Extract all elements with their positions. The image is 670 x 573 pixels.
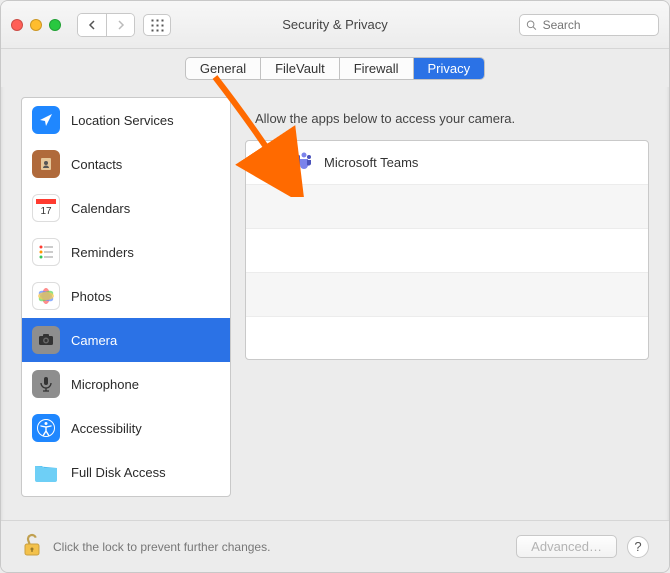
- reminders-icon: [32, 238, 60, 266]
- tab-firewall[interactable]: Firewall: [339, 58, 413, 79]
- window-controls: [11, 19, 61, 31]
- app-permission-list: T Microsoft Teams: [245, 140, 649, 360]
- folder-icon: [32, 458, 60, 486]
- sidebar-item-camera[interactable]: Camera: [22, 318, 230, 362]
- svg-text:17: 17: [40, 206, 52, 217]
- sidebar-item-photos[interactable]: Photos: [22, 274, 230, 318]
- search-field[interactable]: [519, 14, 659, 36]
- detail-pane: Allow the apps below to access your came…: [245, 97, 649, 520]
- help-button[interactable]: ?: [627, 536, 649, 558]
- app-row-empty: [246, 185, 648, 229]
- titlebar: Security & Privacy: [1, 1, 669, 49]
- location-icon: [32, 106, 60, 134]
- sidebar-item-label: Photos: [71, 289, 111, 304]
- grid-icon: [150, 18, 164, 32]
- advanced-button[interactable]: Advanced…: [516, 535, 617, 558]
- tabbar: General FileVault Firewall Privacy: [1, 49, 669, 87]
- sidebar-item-label: Reminders: [71, 245, 134, 260]
- segmented-tabs: General FileVault Firewall Privacy: [185, 57, 485, 80]
- tab-general[interactable]: General: [186, 58, 260, 79]
- app-row-empty: [246, 317, 648, 361]
- photos-icon: [32, 282, 60, 310]
- app-name: Microsoft Teams: [324, 155, 418, 170]
- sidebar-item-contacts[interactable]: Contacts: [22, 142, 230, 186]
- instruction-text: Allow the apps below to access your came…: [245, 97, 649, 140]
- camera-icon: [32, 326, 60, 354]
- tab-privacy[interactable]: Privacy: [413, 58, 485, 79]
- lock-text: Click the lock to prevent further change…: [53, 540, 270, 554]
- sidebar-item-label: Location Services: [71, 113, 174, 128]
- app-row-empty: [246, 229, 648, 273]
- teams-icon: T: [288, 149, 312, 176]
- footer: Click the lock to prevent further change…: [1, 520, 669, 572]
- preferences-window: Security & Privacy General FileVault Fir…: [0, 0, 670, 573]
- sidebar-item-calendars[interactable]: 17 Calendars: [22, 186, 230, 230]
- svg-text:T: T: [292, 157, 297, 166]
- app-row-empty: [246, 273, 648, 317]
- tab-filevault[interactable]: FileVault: [260, 58, 339, 79]
- lock-icon[interactable]: [21, 532, 43, 561]
- sidebar-item-full-disk[interactable]: Full Disk Access: [22, 450, 230, 494]
- sidebar-item-label: Microphone: [71, 377, 139, 392]
- show-all-button[interactable]: [143, 14, 171, 36]
- app-row: T Microsoft Teams: [246, 141, 648, 185]
- contacts-icon: [32, 150, 60, 178]
- sidebar-item-label: Camera: [71, 333, 117, 348]
- search-input[interactable]: [541, 17, 652, 33]
- sidebar-item-microphone[interactable]: Microphone: [22, 362, 230, 406]
- content-area: Location Services Contacts 17 Calendars …: [1, 87, 669, 520]
- sidebar-item-label: Full Disk Access: [71, 465, 166, 480]
- zoom-window-icon[interactable]: [49, 19, 61, 31]
- back-button[interactable]: [78, 14, 106, 36]
- privacy-category-list[interactable]: Location Services Contacts 17 Calendars …: [21, 97, 231, 497]
- sidebar-item-location[interactable]: Location Services: [22, 98, 230, 142]
- close-window-icon[interactable]: [11, 19, 23, 31]
- accessibility-icon: [32, 414, 60, 442]
- microphone-icon: [32, 370, 60, 398]
- sidebar-item-label: Accessibility: [71, 421, 142, 436]
- nav-buttons: [77, 13, 135, 37]
- sidebar-item-accessibility[interactable]: Accessibility: [22, 406, 230, 450]
- sidebar-item-label: Contacts: [71, 157, 122, 172]
- sidebar-item-reminders[interactable]: Reminders: [22, 230, 230, 274]
- minimize-window-icon[interactable]: [30, 19, 42, 31]
- permission-checkbox[interactable]: [260, 155, 276, 171]
- sidebar-item-label: Calendars: [71, 201, 130, 216]
- calendar-icon: 17: [32, 194, 60, 222]
- forward-button[interactable]: [106, 14, 134, 36]
